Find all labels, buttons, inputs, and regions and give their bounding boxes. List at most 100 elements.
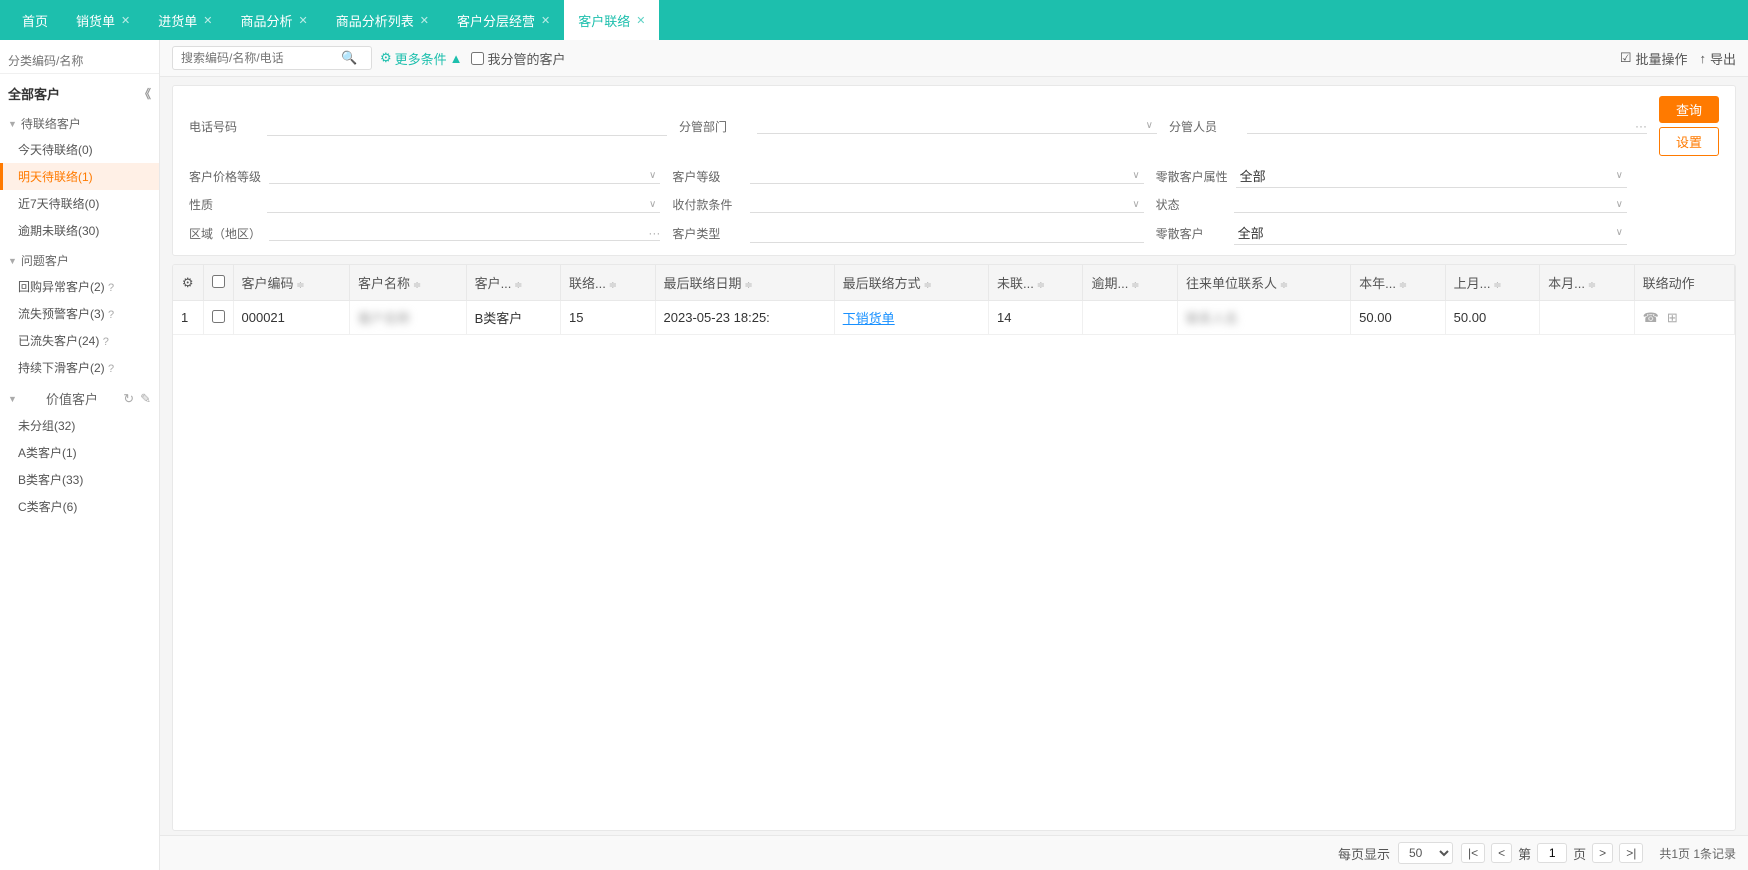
- sparse-customer-chevron-icon: ∨: [1616, 227, 1623, 238]
- sparse-customer-select[interactable]: 全部 ∨: [1234, 221, 1627, 245]
- close-customer-layer-icon[interactable]: ✕: [541, 14, 550, 27]
- sidebar-item-b-class[interactable]: B类客户(33): [0, 466, 159, 493]
- th-last-date[interactable]: 最后联络日期: [655, 265, 834, 301]
- value-group-edit-icon[interactable]: ✎: [140, 391, 151, 407]
- toolbar-search: 🔍: [172, 46, 372, 70]
- checkbox-icon: ☑: [1620, 50, 1632, 66]
- my-customers-filter[interactable]: 我分管的客户: [471, 49, 566, 68]
- chevron-up-icon: ▲: [450, 51, 463, 66]
- manager-more-icon[interactable]: ···: [1635, 119, 1647, 133]
- sidebar-item-declining[interactable]: 持续下滑客户(2) ?: [0, 354, 159, 381]
- th-gear[interactable]: ⚙: [173, 265, 203, 301]
- nav-product-analysis-list[interactable]: 商品分析列表 ✕: [322, 0, 443, 40]
- reset-button[interactable]: 设置: [1659, 127, 1719, 156]
- sidebar-search-input[interactable]: [8, 54, 160, 68]
- th-contact-count[interactable]: 联络...: [561, 265, 655, 301]
- sidebar-all-customers[interactable]: 全部客户 《: [0, 78, 159, 107]
- nav-product-analysis[interactable]: 商品分析 ✕: [226, 0, 321, 40]
- sidebar-group-pending[interactable]: 待联络客户: [0, 111, 159, 136]
- th-this-month[interactable]: 本月...: [1540, 265, 1634, 301]
- toolbar: 🔍 ⚙ 更多条件 ▲ 我分管的客户 ☑ 批量操作 ↑ 导出: [160, 40, 1748, 77]
- nav-purchase[interactable]: 进货单 ✕: [144, 0, 226, 40]
- value-group-refresh-icon[interactable]: ↻: [123, 391, 134, 407]
- page-size-label: 每页显示: [1338, 844, 1390, 863]
- customer-type-input[interactable]: [750, 224, 1143, 243]
- contact-icon[interactable]: ☎: [1643, 310, 1659, 326]
- prev-page-btn[interactable]: <: [1491, 843, 1512, 863]
- batch-operation-btn[interactable]: ☑ 批量操作: [1620, 49, 1688, 68]
- th-overdue[interactable]: 逾期...: [1083, 265, 1177, 301]
- export-btn[interactable]: ↑ 导出: [1699, 49, 1736, 68]
- th-last-month[interactable]: 上月...: [1445, 265, 1539, 301]
- row-last-method[interactable]: 下销货单: [834, 301, 988, 335]
- th-customer-type[interactable]: 客户...: [466, 265, 560, 301]
- select-all-checkbox[interactable]: [212, 275, 225, 288]
- region-more-icon[interactable]: ···: [648, 226, 660, 240]
- row-index: 1: [173, 301, 203, 335]
- th-customer-name[interactable]: 客户名称: [350, 265, 467, 301]
- payment-select[interactable]: ∨: [750, 197, 1143, 213]
- next-page-btn[interactable]: >: [1592, 843, 1613, 863]
- first-page-btn[interactable]: |<: [1461, 843, 1485, 863]
- sidebar-item-c-class[interactable]: C类客户(6): [0, 493, 159, 520]
- nav-customer-layer[interactable]: 客户分层经营 ✕: [443, 0, 564, 40]
- content-area: 🔍 ⚙ 更多条件 ▲ 我分管的客户 ☑ 批量操作 ↑ 导出: [160, 40, 1748, 870]
- my-customers-checkbox[interactable]: [471, 52, 484, 65]
- nav-sales[interactable]: 销货单 ✕: [62, 0, 144, 40]
- nav-customer-contact[interactable]: 客户联络 ✕: [564, 0, 659, 40]
- price-level-select[interactable]: ∨: [269, 168, 660, 184]
- th-contact-person[interactable]: 往来单位联系人: [1177, 265, 1350, 301]
- search-icon[interactable]: 🔍: [341, 50, 357, 66]
- filter-region: 区域（地区） ···: [189, 225, 660, 242]
- th-action: 联络动作: [1634, 265, 1734, 301]
- phone-input[interactable]: [267, 117, 667, 136]
- sidebar-item-today[interactable]: 今天待联络(0): [0, 136, 159, 163]
- dept-select[interactable]: ∨: [757, 118, 1157, 134]
- nav-home[interactable]: 首页: [8, 0, 62, 40]
- price-level-chevron-icon: ∨: [649, 170, 656, 181]
- sidebar-group-problem[interactable]: 问题客户: [0, 248, 159, 273]
- close-customer-contact-icon[interactable]: ✕: [636, 14, 645, 27]
- close-product-list-icon[interactable]: ✕: [420, 14, 429, 27]
- th-last-method[interactable]: 最后联络方式: [834, 265, 988, 301]
- th-check[interactable]: [203, 265, 233, 301]
- sparse-attr-chevron-icon: ∨: [1616, 170, 1623, 181]
- filter-customer-level: 客户等级 ∨: [672, 168, 1143, 185]
- grid-icon[interactable]: ⊞: [1667, 310, 1678, 326]
- total-info: 共1页 1条记录: [1659, 845, 1736, 862]
- sidebar-item-churn-warning[interactable]: 流失预警客户(3) ?: [0, 300, 159, 327]
- row-code: 000021: [233, 301, 350, 335]
- sidebar-item-a-class[interactable]: A类客户(1): [0, 439, 159, 466]
- page-size-select[interactable]: 50 100 200: [1398, 842, 1453, 864]
- th-uncontacted[interactable]: 未联...: [988, 265, 1082, 301]
- sidebar-item-repurchase-anomaly[interactable]: 回购异常客户(2) ?: [0, 273, 159, 300]
- filter-row-4: 区域（地区） ··· 客户类型 零散客户 全部 ∨: [189, 221, 1719, 245]
- last-page-btn[interactable]: >|: [1619, 843, 1643, 863]
- sidebar-item-churned[interactable]: 已流失客户(24) ?: [0, 327, 159, 354]
- close-sales-icon[interactable]: ✕: [121, 14, 130, 27]
- status-select[interactable]: ∨: [1234, 197, 1627, 213]
- sidebar-item-tomorrow[interactable]: 明天待联络(1): [0, 163, 159, 190]
- th-customer-code[interactable]: 客户编码: [233, 265, 350, 301]
- query-button[interactable]: 查询: [1659, 96, 1719, 123]
- nature-select[interactable]: ∨: [267, 197, 660, 213]
- close-purchase-icon[interactable]: ✕: [203, 14, 212, 27]
- row-checkbox[interactable]: [212, 310, 225, 323]
- search-input[interactable]: [181, 51, 341, 65]
- page-input[interactable]: [1537, 843, 1567, 863]
- row-this-year: 50.00: [1351, 301, 1445, 335]
- more-conditions-btn[interactable]: ⚙ 更多条件 ▲: [380, 49, 463, 68]
- sidebar-item-ungrouped[interactable]: 未分组(32): [0, 412, 159, 439]
- sidebar-collapse-icon[interactable]: 《: [139, 85, 151, 102]
- dept-chevron-icon: ∨: [1146, 120, 1153, 131]
- sidebar-item-7days[interactable]: 近7天待联络(0): [0, 190, 159, 217]
- customer-level-select[interactable]: ∨: [750, 168, 1143, 184]
- th-this-year[interactable]: 本年...: [1351, 265, 1445, 301]
- sparse-attr-select[interactable]: 全部 ∨: [1236, 164, 1627, 188]
- filter-dept: 分管部门 ∨: [679, 118, 1157, 135]
- sidebar-group-value[interactable]: 价值客户 ↻ ✎: [0, 385, 159, 412]
- row-overdue: [1083, 301, 1177, 335]
- close-product-analysis-icon[interactable]: ✕: [299, 14, 308, 27]
- sidebar-item-overdue[interactable]: 逾期未联络(30): [0, 217, 159, 244]
- row-check[interactable]: [203, 301, 233, 335]
